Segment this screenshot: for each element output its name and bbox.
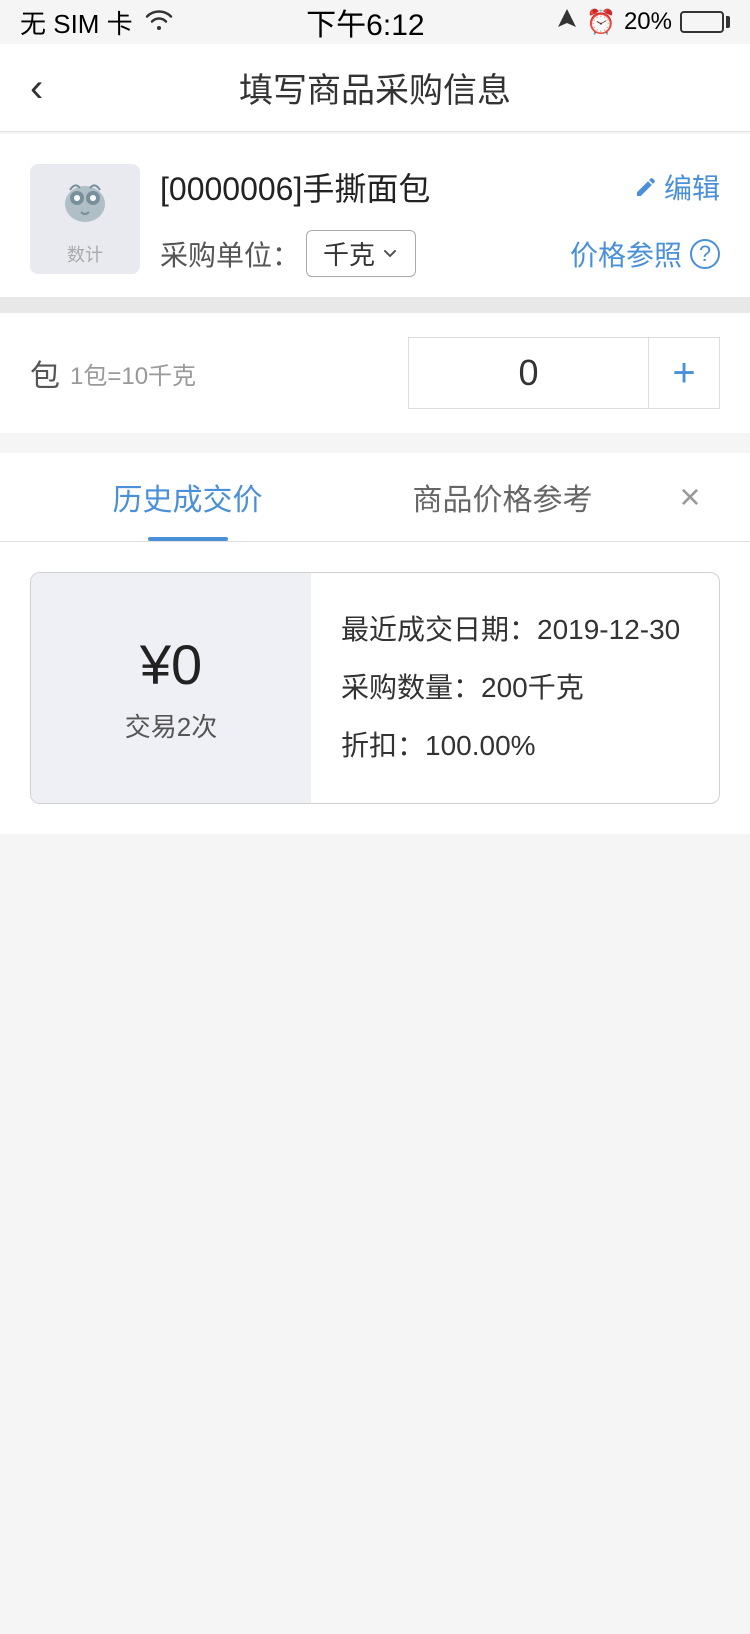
carrier-text: 无 SIM 卡 — [20, 4, 133, 41]
price-ref-help-icon[interactable]: ? — [690, 239, 720, 269]
edit-button[interactable]: 编辑 — [634, 167, 720, 207]
recent-date-row: 最近成交日期：2019-12-30 — [341, 609, 689, 651]
section-divider — [0, 297, 750, 313]
battery-icon — [680, 11, 730, 33]
wifi-icon — [143, 7, 175, 38]
page-background — [0, 834, 750, 1634]
product-name: [0000006]手撕面包 — [160, 164, 430, 210]
nav-title: 填写商品采购信息 — [239, 63, 511, 112]
card-right: 最近成交日期：2019-12-30 采购数量：200千克 折扣：100.00% — [311, 573, 719, 803]
discount-row: 折扣：100.00% — [341, 725, 689, 767]
status-left: 无 SIM 卡 — [20, 4, 175, 41]
qty-hint: 1包=10千克 — [70, 356, 196, 391]
alarm-icon: ⏰ — [586, 8, 616, 37]
price-card: ¥0 交易2次 最近成交日期：2019-12-30 采购数量：200千克 折扣：… — [30, 572, 720, 804]
logo-text: 数计 — [67, 241, 103, 267]
status-time: 下午6:12 — [306, 0, 424, 44]
price-display: ¥0 — [140, 632, 202, 697]
tab-history-price[interactable]: 历史成交价 — [30, 453, 345, 541]
product-thumbnail: 数计 — [30, 164, 140, 274]
price-ref-button[interactable]: 价格参照 ? — [570, 234, 720, 274]
trade-count: 交易2次 — [125, 707, 217, 744]
quantity-section: 包 1包=10千克 + — [0, 313, 750, 433]
back-button[interactable]: ‹ — [30, 68, 43, 108]
owl-logo-icon — [55, 172, 115, 239]
nav-bar: ‹ 填写商品采购信息 — [0, 44, 750, 132]
tab-close-button[interactable]: × — [660, 467, 720, 527]
card-container: ¥0 交易2次 最近成交日期：2019-12-30 采购数量：200千克 折扣：… — [0, 542, 750, 834]
battery-percent: 20% — [624, 8, 672, 36]
tabs-section: 历史成交价 商品价格参考 × ¥0 交易2次 最近成交日期：2019-12-30… — [0, 453, 750, 834]
package-icon: 包 — [30, 351, 60, 395]
quantity-control: + — [408, 337, 720, 409]
status-bar: 无 SIM 卡 下午6:12 ⏰ 20% — [0, 0, 750, 44]
unit-label: 采购单位： — [160, 234, 300, 274]
tab-price-ref[interactable]: 商品价格参考 — [345, 453, 660, 541]
quantity-input[interactable] — [408, 337, 648, 409]
gps-icon — [556, 7, 578, 38]
quantity-plus-button[interactable]: + — [648, 337, 720, 409]
status-right: ⏰ 20% — [556, 7, 730, 38]
tabs-header: 历史成交价 商品价格参考 × — [0, 453, 750, 542]
purchase-qty-row: 采购数量：200千克 — [341, 667, 689, 709]
unit-badge[interactable]: 千克 — [306, 230, 416, 277]
product-section: 数计 [0000006]手撕面包 编辑 采购单位： 千克 — [0, 134, 750, 297]
product-info: [0000006]手撕面包 编辑 采购单位： 千克 — [160, 164, 720, 277]
card-left: ¥0 交易2次 — [31, 573, 311, 803]
unit-selector[interactable]: 采购单位： 千克 — [160, 230, 416, 277]
